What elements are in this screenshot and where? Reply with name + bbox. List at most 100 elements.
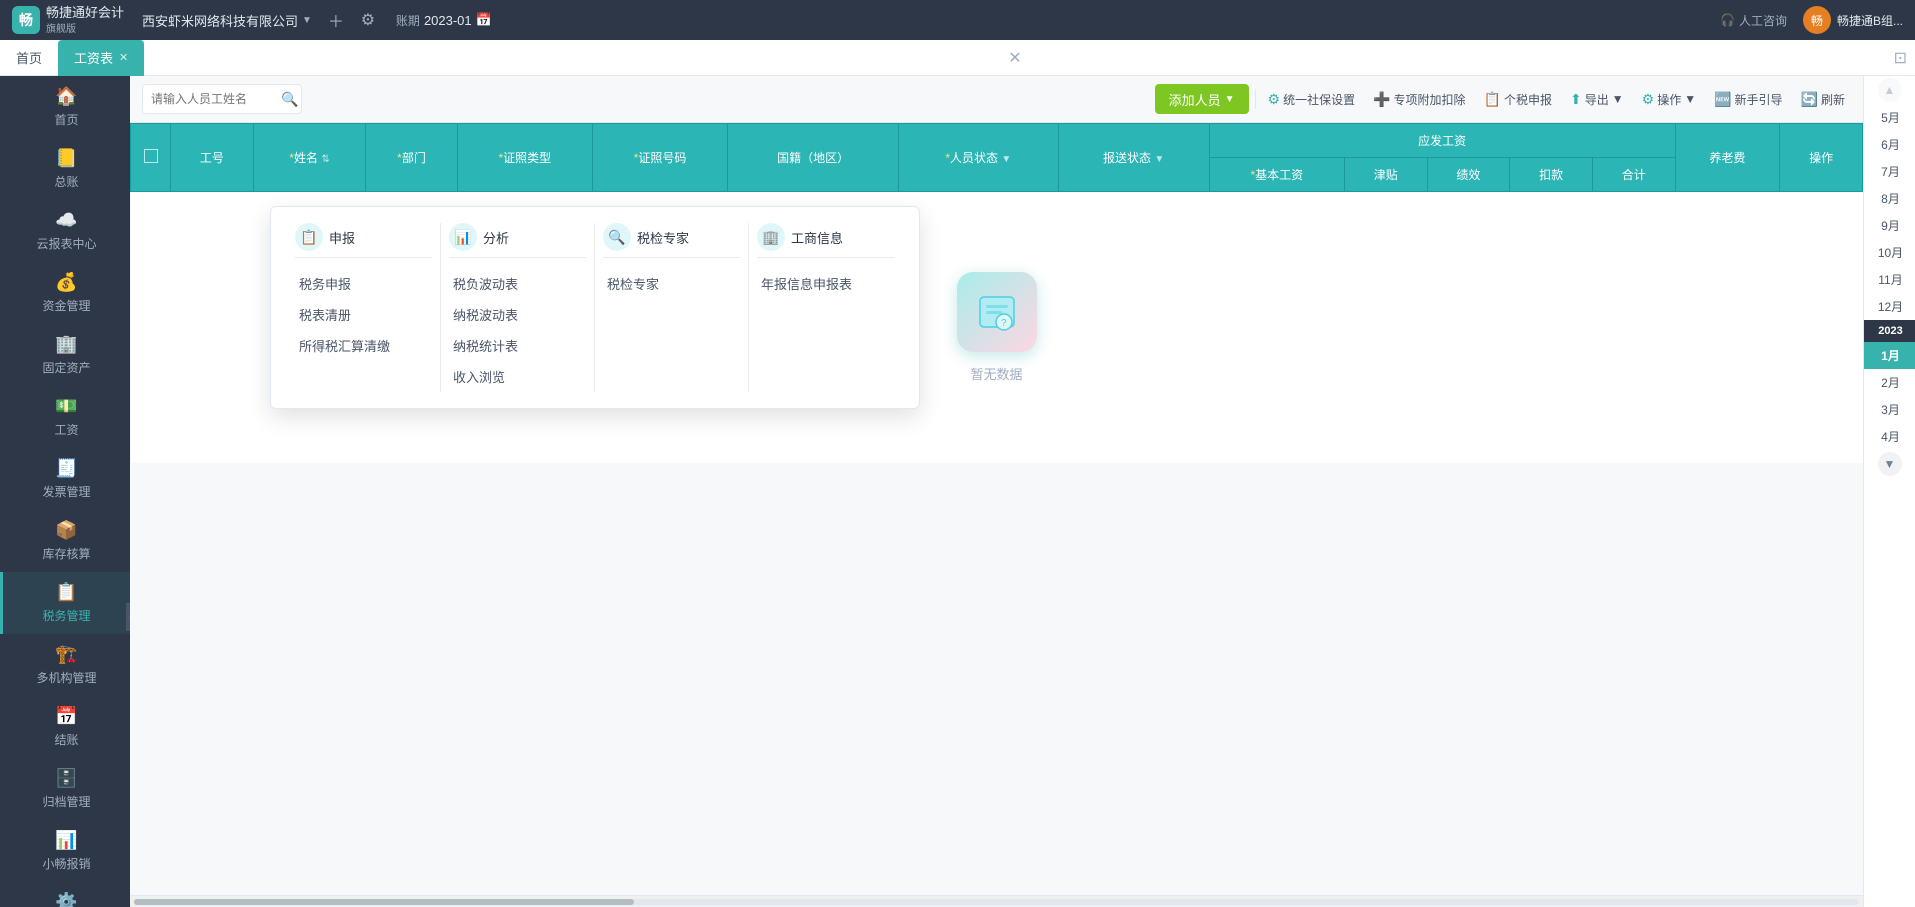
month-item-5[interactable]: 5月 (1864, 104, 1915, 131)
settings-nav-icon: ⚙️ (55, 892, 77, 907)
th-name-required: * (289, 151, 294, 165)
month-item-1[interactable]: 1月 (1864, 342, 1915, 369)
tab-close-icon[interactable]: ✕ (119, 51, 128, 64)
period-value: 2023-01 (424, 13, 472, 28)
status-filter-icon[interactable]: ▼ (1001, 154, 1011, 165)
sidebar-item-archive[interactable]: 🗄️ 归档管理 (0, 758, 130, 820)
annual-report-label: 年报信息申报表 (761, 277, 852, 292)
dropdown-item-tax-wave[interactable]: 税负波动表 (449, 268, 586, 299)
add-person-button[interactable]: 添加人员 ▼ (1155, 84, 1249, 114)
sidebar-label-tax: 税务管理 (42, 607, 90, 624)
main-layout: 🏠 首页 📒 总账 ☁️ 云报表中心 💰 资金管理 🏢 固定资产 💵 工资 🧾 … (0, 76, 1915, 907)
tab-home[interactable]: 首页 (0, 40, 58, 76)
sidebar-item-ledger[interactable]: 📒 总账 (0, 138, 130, 200)
month-4-label: 4月 (1881, 430, 1900, 444)
analysis-icon: 📊 (449, 223, 477, 251)
month-item-8[interactable]: 8月 (1864, 185, 1915, 212)
scrollbar-thumb[interactable] (134, 899, 634, 905)
dropdown-item-tax-check[interactable]: 税检专家 (603, 268, 740, 299)
dropdown-item-income-calc[interactable]: 所得税汇算清缴 (295, 330, 432, 361)
home-tab-label: 首页 (16, 48, 42, 67)
scrollbar-track (134, 899, 1859, 905)
asset-icon: 🏢 (55, 334, 77, 355)
month-10-label: 10月 (1878, 246, 1903, 260)
dropdown-col-analysis: 📊 分析 税负波动表 纳税波动表 纳税统计表 收入浏览 (441, 223, 595, 392)
declaration-header: 📋 申报 (295, 223, 432, 258)
declaration-icon: 📋 (295, 223, 323, 251)
add-arrow-icon: ▼ (1225, 94, 1235, 105)
year-next-button[interactable]: ▼ (1878, 452, 1902, 476)
month-item-3[interactable]: 3月 (1864, 396, 1915, 423)
new-guide-button[interactable]: 🆕 新手引导 (1708, 87, 1788, 112)
name-sort-icon[interactable]: ⇅ (321, 154, 329, 165)
sidebar-item-salary[interactable]: 💵 工资 (0, 386, 130, 448)
sidebar-item-multi[interactable]: 🏗️ 多机构管理 (0, 634, 130, 696)
month-item-10[interactable]: 10月 (1864, 239, 1915, 266)
export-button[interactable]: ⬆ 导出 ▼ (1564, 87, 1630, 112)
logo-text-wrap: 畅捷通好会计 旗舰版 (46, 5, 124, 36)
company-selector[interactable]: 西安虾米网络科技有限公司 ▼ (142, 11, 312, 30)
top-bar-right: 🎧 人工咨询 畅 畅捷通B组... (1720, 6, 1903, 34)
dropdown-item-tax-stat[interactable]: 纳税统计表 (449, 330, 586, 361)
sidebar-item-invoice[interactable]: 🧾 发票管理 (0, 448, 130, 510)
th-report-status: 报送状态 ▼ (1058, 124, 1209, 192)
check-all-box[interactable] (144, 149, 158, 163)
tab-salary[interactable]: 工资表 ✕ (58, 40, 144, 76)
search-input[interactable] (151, 92, 281, 106)
sidebar-label-xiaochang: 小畅报销 (42, 855, 90, 872)
sidebar-item-fund[interactable]: 💰 资金管理 (0, 262, 130, 324)
sidebar-item-inventory[interactable]: 📦 库存核算 (0, 510, 130, 572)
dropdown-item-income-browse[interactable]: 收入浏览 (449, 361, 586, 392)
special-deduction-button[interactable]: ➕ 专项附加扣除 (1367, 87, 1471, 112)
company-arrow-icon: ▼ (302, 15, 312, 26)
sidebar-item-settings[interactable]: ⚙️ 基础设置 (0, 882, 130, 907)
tax-return-button[interactable]: 📋 个税申报 (1478, 87, 1558, 112)
horizontal-scrollbar[interactable] (130, 895, 1863, 907)
operations-button[interactable]: ⚙ 操作 ▼ (1636, 87, 1702, 112)
dropdown-item-tax-declare[interactable]: 税务申报 (295, 268, 432, 299)
window-close-button[interactable]: ✕ (1008, 48, 1021, 68)
sidebar-item-home[interactable]: 🏠 首页 (0, 76, 130, 138)
tax-wave-label: 税负波动表 (453, 277, 518, 292)
tax-menu-dropdown: 📋 申报 税务申报 税表清册 所得税汇算清缴 📊 (270, 206, 920, 409)
user-info[interactable]: 畅 畅捷通B组... (1803, 6, 1903, 34)
inventory-icon: 📦 (55, 520, 77, 541)
window-maximize-button[interactable]: ⊡ (1894, 48, 1907, 68)
sidebar-item-xiaochang[interactable]: 📊 小畅报销 (0, 820, 130, 882)
calendar-icon[interactable]: 📅 (476, 12, 492, 28)
toolbar-right: 添加人员 ▼ ⚙ 统一社保设置 ➕ 专项附加扣除 📋 个税申报 ⬆ (1155, 84, 1851, 114)
report-filter-icon[interactable]: ▼ (1154, 154, 1164, 165)
search-icon: 🔍 (281, 91, 298, 108)
month-item-7[interactable]: 7月 (1864, 158, 1915, 185)
top-bar: 畅 畅捷通好会计 旗舰版 西安虾米网络科技有限公司 ▼ ＋ ⚙ 账期 2023-… (0, 0, 1915, 40)
toolbar-divider-1 (1255, 89, 1256, 109)
operations-label: 操作 (1657, 91, 1681, 108)
month-12-label: 12月 (1878, 300, 1903, 314)
month-item-9[interactable]: 9月 (1864, 212, 1915, 239)
sidebar-item-asset[interactable]: 🏢 固定资产 (0, 324, 130, 386)
dropdown-item-tax-wave2[interactable]: 纳税波动表 (449, 299, 586, 330)
dropdown-item-tax-book[interactable]: 税表清册 (295, 299, 432, 330)
month-item-11[interactable]: 11月 (1864, 266, 1915, 293)
refresh-button[interactable]: 🔄 刷新 (1795, 87, 1851, 112)
month-picker-panel: ▲ 5月 6月 7月 8月 9月 10月 11月 12月 2023 1月 (1863, 76, 1915, 907)
sidebar-item-close[interactable]: 📅 结账 (0, 696, 130, 758)
month-3-label: 3月 (1881, 403, 1900, 417)
dropdown-item-annual-report[interactable]: 年报信息申报表 (757, 268, 895, 299)
tax-return-label: 个税申报 (1504, 91, 1552, 108)
sidebar-item-cloud[interactable]: ☁️ 云报表中心 (0, 200, 130, 262)
month-item-6[interactable]: 6月 (1864, 131, 1915, 158)
th-id-label: 工号 (200, 151, 224, 165)
sidebar-item-tax[interactable]: 📋 税务管理 ◀ (0, 572, 130, 634)
month-item-4[interactable]: 4月 (1864, 423, 1915, 450)
year-prev-button[interactable]: ▲ (1878, 78, 1902, 102)
app-edition: 旗舰版 (46, 20, 124, 35)
add-company-button[interactable]: ＋ (324, 8, 348, 32)
th-status: *人员状态 ▼ (899, 124, 1059, 192)
check-all-header[interactable] (131, 124, 171, 192)
support-button[interactable]: 🎧 人工咨询 (1720, 12, 1787, 29)
settings-button[interactable]: ⚙ (356, 8, 380, 32)
month-item-2[interactable]: 2月 (1864, 369, 1915, 396)
month-item-12[interactable]: 12月 (1864, 293, 1915, 320)
social-insurance-button[interactable]: ⚙ 统一社保设置 (1262, 87, 1362, 112)
